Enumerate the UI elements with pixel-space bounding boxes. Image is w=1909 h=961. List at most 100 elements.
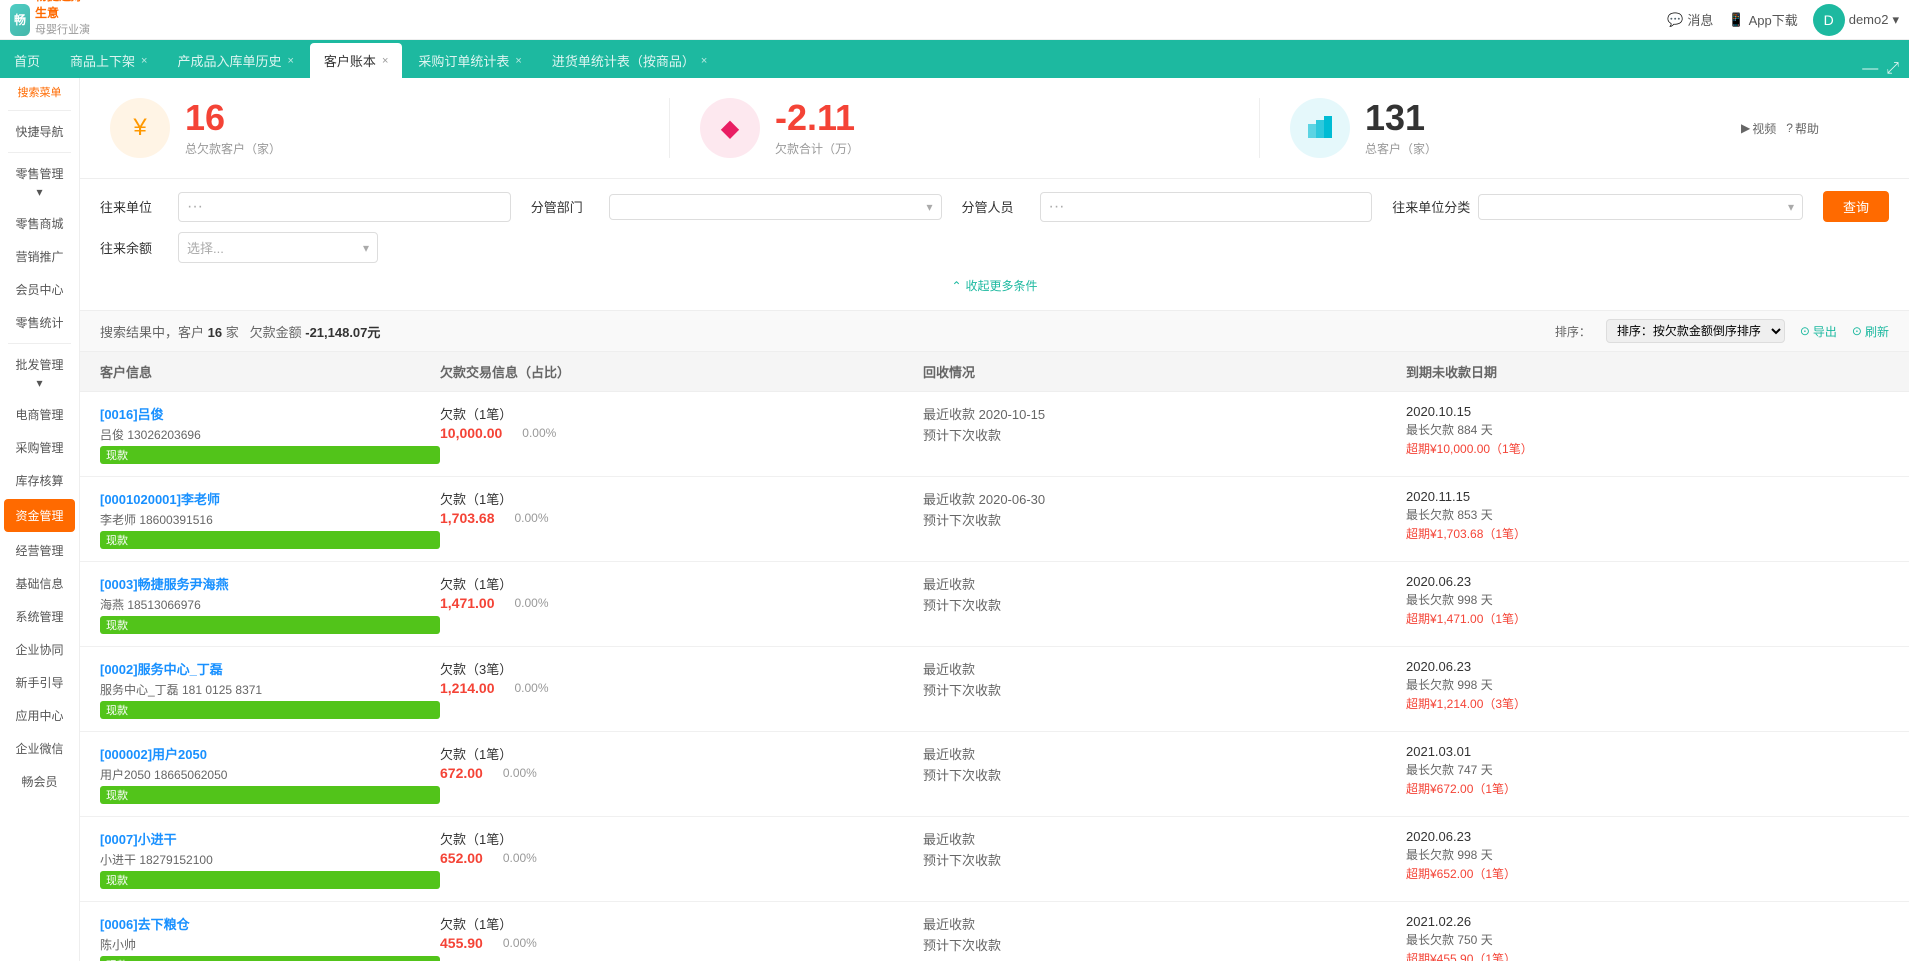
overdue-info-1: 2020.11.15 最长欠款 853 天 超期¥1,703.68（1笔） xyxy=(1406,489,1889,542)
balance-label: 往来余额 xyxy=(100,238,170,257)
table-row: [0003]畅捷服务尹海燕 海燕 18513066976 现款 欠款（1笔） 1… xyxy=(80,562,1909,647)
sidebar-item-app-center[interactable]: 应用中心 xyxy=(0,699,79,732)
sidebar-item-operation-mgmt[interactable]: 经营管理 xyxy=(0,534,79,567)
stat-debt-amount: ◆ -2.11 欠款合计（万） xyxy=(700,98,1260,158)
sidebar-item-enterprise[interactable]: 企业协同 xyxy=(0,633,79,666)
overdue-info-4: 2021.03.01 最长欠款 747 天 超期¥672.00（1笔） xyxy=(1406,744,1889,797)
chevron-down-icon: ▾ xyxy=(1788,200,1794,214)
stat-debt-customers: ¥ 16 总欠款客户（家） xyxy=(110,98,670,158)
overdue-info-5: 2020.06.23 最长欠款 998 天 超期¥652.00（1笔） xyxy=(1406,829,1889,882)
manager-input[interactable]: ··· xyxy=(1040,192,1373,222)
tab-purchase-order[interactable]: 采购订单统计表 × xyxy=(404,43,535,78)
customer-name-3[interactable]: [0002]服务中心_丁磊 xyxy=(100,659,440,678)
sidebar-item-new-guide[interactable]: 新手引导 xyxy=(0,666,79,699)
sidebar-item-member-center[interactable]: 会员中心 xyxy=(0,273,79,306)
sidebar-item-quick-nav[interactable]: 快捷导航 xyxy=(0,115,79,148)
close-icon[interactable]: × xyxy=(382,55,388,67)
tab-purchase-stats[interactable]: 进货单统计表（按商品） × xyxy=(538,43,721,78)
video-icon: ▶ xyxy=(1741,121,1750,135)
filter-balance: 往来余额 选择... ▾ xyxy=(100,232,1889,263)
video-btn[interactable]: ▶ 视频 xyxy=(1741,120,1776,137)
customer-phone-4: 用户2050 18665062050 xyxy=(100,766,440,783)
customer-name-5[interactable]: [0007]小进干 xyxy=(100,829,440,848)
message-icon: 💬 xyxy=(1667,12,1683,28)
export-btn[interactable]: ⊙ 导出 xyxy=(1800,323,1837,340)
tab-products[interactable]: 商品上下架 × xyxy=(56,43,161,78)
customer-phone-5: 小进干 18279152100 xyxy=(100,851,440,868)
help-btn[interactable]: ? 帮助 xyxy=(1786,120,1819,137)
refresh-btn[interactable]: ⊙ 刷新 xyxy=(1852,323,1889,340)
from-unit-input[interactable]: ··· xyxy=(178,192,511,222)
sidebar-item-marketing[interactable]: 营销推广 xyxy=(0,240,79,273)
result-info: 搜索结果中，客户 16 家 欠款金额 -21,148.07元 xyxy=(100,322,380,341)
tab-production[interactable]: 产成品入库单历史 × xyxy=(163,43,307,78)
debt-customers-icon: ¥ xyxy=(110,98,170,158)
message-btn[interactable]: 💬 消息 xyxy=(1667,10,1713,29)
sidebar-item-retail-mall[interactable]: 零售商城 xyxy=(0,207,79,240)
close-icon[interactable]: × xyxy=(515,55,521,67)
close-icon[interactable]: × xyxy=(287,55,293,67)
query-button[interactable]: 查询 xyxy=(1823,191,1889,222)
export-icon: ⊙ xyxy=(1800,324,1810,338)
unit-category-input[interactable]: ▾ xyxy=(1478,194,1803,220)
main-content: 搜索菜单 快捷导航 零售管理 ▾ 零售商城 营销推广 会员中心 零售统计 xyxy=(0,78,1909,961)
minimize-icon[interactable]: — xyxy=(1862,60,1878,78)
sidebar-item-ecommerce[interactable]: 电商管理 xyxy=(0,398,79,431)
refresh-icon: ⊙ xyxy=(1852,324,1862,338)
debt-info-2: 欠款（1笔） 1,471.00 0.00% xyxy=(440,574,923,611)
tab-home[interactable]: 首页 xyxy=(0,43,54,78)
customer-name-0[interactable]: [0016]吕俊 xyxy=(100,404,440,423)
stat-info-customers: 16 总欠款客户（家） xyxy=(185,100,281,157)
sidebar-item-retail-stats[interactable]: 零售统计 xyxy=(0,306,79,339)
customer-info-6: [0006]去下粮仓 陈小帅 现款 xyxy=(100,914,440,961)
sidebar-item-inventory[interactable]: 库存核算 xyxy=(0,464,79,497)
sidebar-item-purchase-mgmt[interactable]: 采购管理 xyxy=(0,431,79,464)
chevron-up-icon: ⌃ xyxy=(951,279,961,293)
table-row: [000002]用户2050 用户2050 18665062050 现款 欠款（… xyxy=(80,732,1909,817)
collapse-button[interactable]: ⌃ 收起更多条件 xyxy=(951,277,1037,294)
sidebar-item-batch-mgmt[interactable]: 批发管理 ▾ xyxy=(0,348,79,398)
sidebar-item-member-vip[interactable]: 畅会员 xyxy=(0,765,79,798)
customer-name-4[interactable]: [000002]用户2050 xyxy=(100,744,440,763)
tab-customer-account[interactable]: 客户账本 × xyxy=(310,43,402,78)
user-avatar: D xyxy=(1813,4,1845,36)
stats-bar: ¥ 16 总欠款客户（家） ◆ -2.11 欠款合计（万） xyxy=(80,78,1909,179)
stat-top-actions: ▶ 视频 ? 帮助 xyxy=(1741,120,1819,137)
close-icon[interactable]: × xyxy=(141,55,147,67)
maximize-icon[interactable]: ⤢ xyxy=(1886,60,1899,78)
dept-input[interactable]: ▾ xyxy=(609,194,942,220)
collapse-row: ⌃ 收起更多条件 xyxy=(100,273,1889,298)
sidebar-item-capital-mgmt[interactable]: 资金管理 xyxy=(4,499,75,532)
sidebar-item-basic-info[interactable]: 基础信息 xyxy=(0,567,79,600)
divider xyxy=(8,110,71,111)
table-row: [0007]小进干 小进干 18279152100 现款 欠款（1笔） 652.… xyxy=(80,817,1909,902)
divider xyxy=(8,343,71,344)
customer-info-2: [0003]畅捷服务尹海燕 海燕 18513066976 现款 xyxy=(100,574,440,634)
phone-icon: 📱 xyxy=(1728,12,1744,28)
overdue-info-0: 2020.10.15 最长欠款 884 天 超期¥10,000.00（1笔） xyxy=(1406,404,1889,457)
chevron-down-icon: ▾ xyxy=(36,185,42,199)
header-debt-info: 欠款交易信息（占比） xyxy=(440,362,923,381)
user-menu[interactable]: D demo2 ▾ xyxy=(1813,4,1899,36)
sort-select[interactable]: 排序：按欠款金额倒序排序 xyxy=(1606,319,1785,343)
close-icon[interactable]: × xyxy=(701,55,707,67)
customer-phone-1: 李老师 18600391516 xyxy=(100,511,440,528)
sidebar-item-system-mgmt[interactable]: 系统管理 xyxy=(0,600,79,633)
app-download-btn[interactable]: 📱 App下载 xyxy=(1728,10,1797,29)
customer-name-6[interactable]: [0006]去下粮仓 xyxy=(100,914,440,933)
debt-amount-number: -2.11 xyxy=(775,100,859,136)
manager-label: 分管人员 xyxy=(962,197,1032,216)
table-row: [0002]服务中心_丁磊 服务中心_丁磊 181 0125 8371 现款 欠… xyxy=(80,647,1909,732)
table-row: [0006]去下粮仓 陈小帅 现款 欠款（1笔） 455.90 0.00% xyxy=(80,902,1909,961)
customer-name-2[interactable]: [0003]畅捷服务尹海燕 xyxy=(100,574,440,593)
customer-info-5: [0007]小进干 小进干 18279152100 现款 xyxy=(100,829,440,889)
tab-actions: — ⤢ xyxy=(1852,60,1909,78)
search-menu[interactable]: 搜索菜单 xyxy=(0,78,79,106)
sidebar-item-corp-wechat[interactable]: 企业微信 xyxy=(0,732,79,765)
customer-phone-3: 服务中心_丁磊 181 0125 8371 xyxy=(100,681,440,698)
balance-input[interactable]: 选择... ▾ xyxy=(178,232,378,263)
recovery-info-1: 最近收款 2020-06-30 预计下次收款 xyxy=(923,489,1406,529)
filter-bar: 往来单位 ··· 分管部门 ▾ 分管人员 xyxy=(80,179,1909,311)
customer-name-1[interactable]: [0001020001]李老师 xyxy=(100,489,440,508)
sidebar-item-retail-mgmt[interactable]: 零售管理 ▾ xyxy=(0,157,79,207)
